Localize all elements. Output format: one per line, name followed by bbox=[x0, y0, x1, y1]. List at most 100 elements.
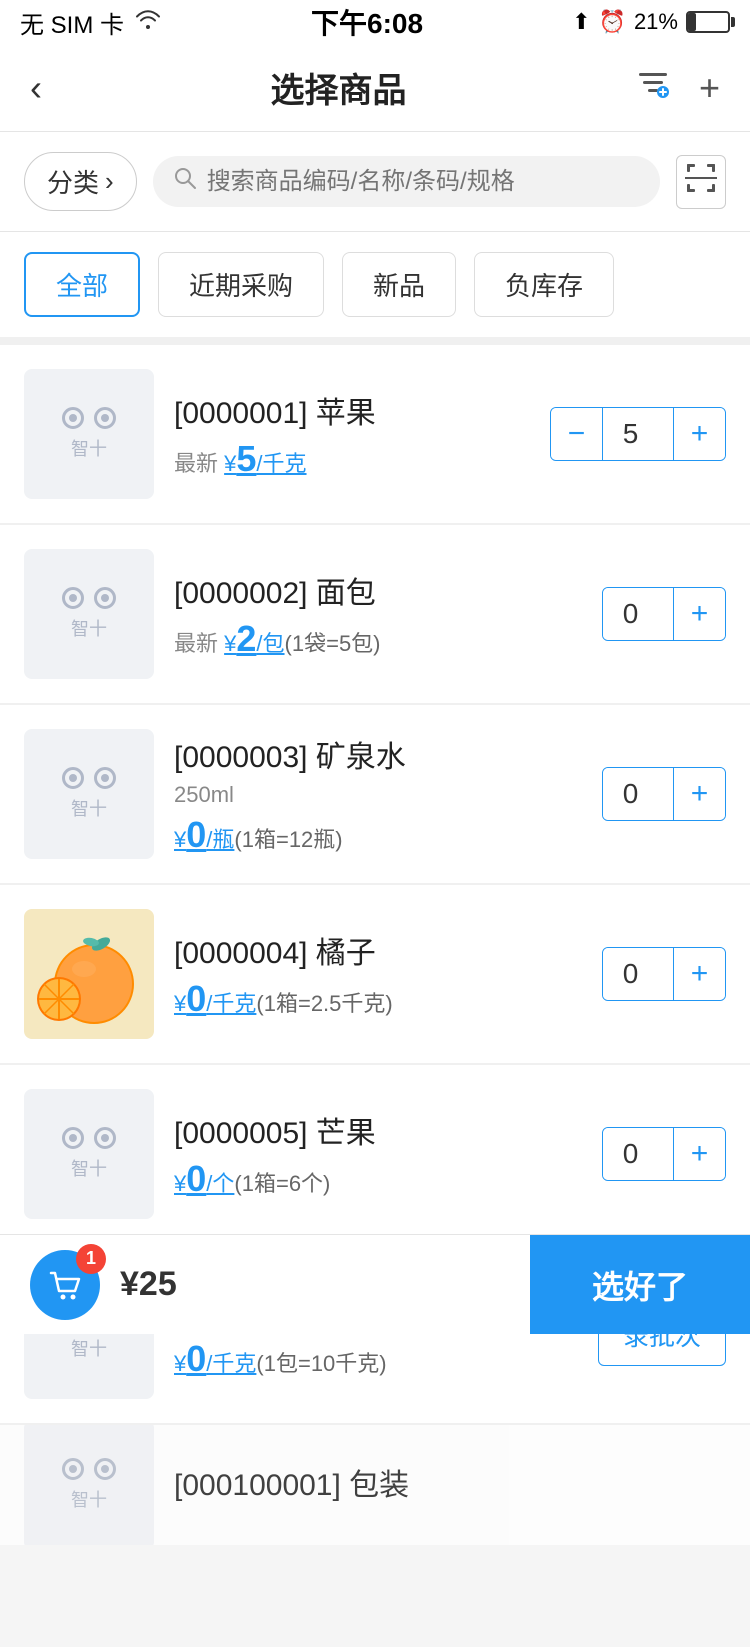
search-icon bbox=[173, 166, 197, 197]
product-image-7: 智十 bbox=[24, 1425, 154, 1545]
qty-control-2: + bbox=[602, 587, 726, 641]
price-num-6: 0 bbox=[186, 1338, 206, 1379]
price-currency-1: ¥ bbox=[224, 451, 236, 476]
tab-new[interactable]: 新品 bbox=[342, 252, 456, 317]
qty-control-1: − + bbox=[550, 407, 726, 461]
product-item-7: 智十 [000100001] 包装 bbox=[0, 1425, 750, 1545]
price-num-5: 0 bbox=[186, 1158, 206, 1199]
price-unit-4: /千克 bbox=[206, 991, 256, 1016]
qty-control-3: + bbox=[602, 767, 726, 821]
owl-placeholder-5: 智十 bbox=[62, 1127, 116, 1181]
product-info-7: [000100001] 包装 bbox=[174, 1460, 726, 1510]
nav-actions: + bbox=[635, 65, 720, 110]
price-num-4: 0 bbox=[186, 978, 206, 1019]
price-num-3: 0 bbox=[186, 814, 206, 855]
cart-icon bbox=[47, 1267, 83, 1303]
product-image-3: 智十 bbox=[24, 729, 154, 859]
alarm-icon: ⏰ bbox=[599, 9, 626, 35]
orange-svg bbox=[29, 914, 149, 1034]
qty-plus-3[interactable]: + bbox=[673, 768, 725, 820]
product-info-2: [0000002] 面包 最新 ¥2/包(1袋=5包) bbox=[174, 568, 582, 660]
tab-negative-stock[interactable]: 负库存 bbox=[474, 252, 614, 317]
qty-plus-2[interactable]: + bbox=[673, 588, 725, 640]
product-list: 智十 [0000001] 苹果 最新 ¥5/千克 − + 智十 bbox=[0, 345, 750, 1545]
product-item-3: 智十 [0000003] 矿泉水 250ml ¥0/瓶(1箱=12瓶) + bbox=[0, 705, 750, 883]
product-item-2: 智十 [0000002] 面包 最新 ¥2/包(1袋=5包) + bbox=[0, 525, 750, 703]
search-bar: 分类 › bbox=[0, 132, 750, 232]
price-unit-3: /瓶 bbox=[206, 827, 234, 852]
qty-plus-4[interactable]: + bbox=[673, 948, 725, 1000]
owl-text-6: 智十 bbox=[71, 1335, 107, 1361]
add-icon[interactable]: + bbox=[699, 67, 720, 109]
price-currency-2: ¥ bbox=[224, 631, 236, 656]
price-detail-6: (1包=10千克) bbox=[256, 1351, 386, 1376]
product-name-4: [0000004] 橘子 bbox=[174, 928, 582, 972]
owl-text-5: 智十 bbox=[71, 1155, 107, 1181]
qty-input-4[interactable] bbox=[603, 948, 673, 1000]
scan-icon[interactable] bbox=[676, 155, 726, 209]
chevron-right-icon: › bbox=[105, 166, 114, 197]
price-detail-2: (1袋=5包) bbox=[285, 631, 381, 656]
nav-bar: ‹ 选择商品 + bbox=[0, 44, 750, 132]
filter-icon[interactable] bbox=[635, 65, 671, 110]
back-button[interactable]: ‹ bbox=[30, 67, 42, 109]
product-image-4 bbox=[24, 909, 154, 1039]
price-currency-4: ¥ bbox=[174, 991, 186, 1016]
price-unit-1: /千克 bbox=[256, 451, 306, 476]
owl-placeholder-7: 智十 bbox=[62, 1458, 116, 1512]
owl-text-7: 智十 bbox=[71, 1486, 107, 1512]
qty-input-3[interactable] bbox=[603, 768, 673, 820]
price-currency-3: ¥ bbox=[174, 827, 186, 852]
product-price-6: ¥0/千克(1包=10千克) bbox=[174, 1338, 578, 1380]
product-image-2: 智十 bbox=[24, 549, 154, 679]
product-price-1: 最新 ¥5/千克 bbox=[174, 438, 530, 480]
qty-input-1[interactable] bbox=[603, 408, 673, 460]
price-detail-3: (1箱=12瓶) bbox=[234, 827, 342, 852]
product-name-7: [000100001] 包装 bbox=[174, 1460, 726, 1504]
price-currency-5: ¥ bbox=[174, 1171, 186, 1196]
qty-input-2[interactable] bbox=[603, 588, 673, 640]
product-item-1: 智十 [0000001] 苹果 最新 ¥5/千克 − + bbox=[0, 345, 750, 523]
battery-icon bbox=[686, 11, 730, 33]
qty-control-5: + bbox=[602, 1127, 726, 1181]
price-detail-5: (1箱=6个) bbox=[234, 1171, 330, 1196]
product-spec-3: 250ml bbox=[174, 782, 582, 808]
product-info-4: [0000004] 橘子 ¥0/千克(1箱=2.5千克) bbox=[174, 928, 582, 1020]
tab-all[interactable]: 全部 bbox=[24, 252, 140, 317]
product-info-1: [0000001] 苹果 最新 ¥5/千克 bbox=[174, 388, 530, 480]
qty-plus-5[interactable]: + bbox=[673, 1128, 725, 1180]
product-name-2: [0000002] 面包 bbox=[174, 568, 582, 612]
price-num-2: 2 bbox=[236, 618, 256, 659]
status-time: 下午6:08 bbox=[311, 2, 423, 42]
cart-button[interactable]: 1 bbox=[30, 1250, 100, 1320]
category-label: 分类 bbox=[47, 163, 99, 200]
owl-text-1: 智十 bbox=[71, 435, 107, 461]
category-button[interactable]: 分类 › bbox=[24, 152, 137, 211]
price-unit-5: /个 bbox=[206, 1171, 234, 1196]
owl-placeholder-3: 智十 bbox=[62, 767, 116, 821]
qty-control-4: + bbox=[602, 947, 726, 1001]
status-left: 无 SIM 卡 bbox=[20, 5, 162, 40]
qty-input-5[interactable] bbox=[603, 1128, 673, 1180]
product-price-5: ¥0/个(1箱=6个) bbox=[174, 1158, 582, 1200]
product-item-4: [0000004] 橘子 ¥0/千克(1箱=2.5千克) + bbox=[0, 885, 750, 1063]
product-image-1: 智十 bbox=[24, 369, 154, 499]
battery-percent: 21% bbox=[634, 9, 678, 35]
owl-text-2: 智十 bbox=[71, 615, 107, 641]
search-input[interactable] bbox=[207, 168, 640, 196]
tab-recent[interactable]: 近期采购 bbox=[158, 252, 324, 317]
product-image-5: 智十 bbox=[24, 1089, 154, 1219]
page-title: 选择商品 bbox=[270, 63, 406, 112]
product-name-1: [0000001] 苹果 bbox=[174, 388, 530, 432]
bottom-bar: 1 ¥25 选好了 bbox=[0, 1234, 750, 1334]
carrier-text: 无 SIM 卡 bbox=[20, 5, 124, 40]
status-right: ⬆ ⏰ 21% bbox=[572, 9, 730, 35]
qty-minus-1[interactable]: − bbox=[551, 408, 603, 460]
qty-plus-1[interactable]: + bbox=[673, 408, 725, 460]
product-price-4: ¥0/千克(1箱=2.5千克) bbox=[174, 978, 582, 1020]
confirm-button[interactable]: 选好了 bbox=[530, 1235, 750, 1334]
product-price-2: 最新 ¥2/包(1袋=5包) bbox=[174, 618, 582, 660]
price-label-2: 最新 bbox=[174, 631, 224, 656]
owl-text-3: 智十 bbox=[71, 795, 107, 821]
price-label-1: 最新 bbox=[174, 451, 224, 476]
